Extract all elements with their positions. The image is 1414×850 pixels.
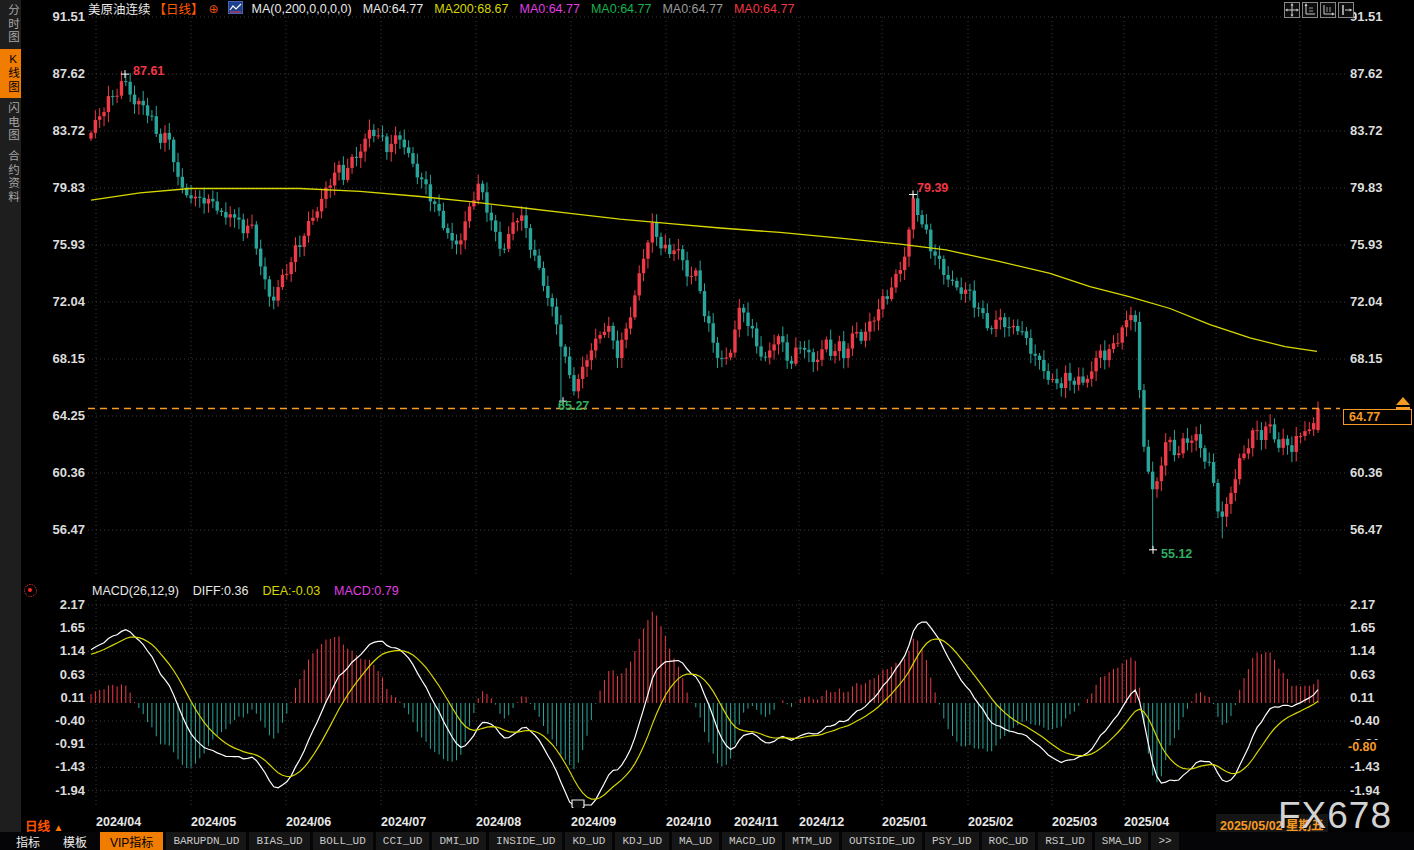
macd-dea-value: DEA:-0.03 xyxy=(262,584,320,598)
chart-title-bar: 美原油连续 【日线】 ⊕ MA(0,200,0,0,0,0)MA0:64.77M… xyxy=(88,0,794,17)
macd-current-box: -0.80 xyxy=(1343,740,1410,754)
ma-legend-item: MA(0,200,0,0,0,0) xyxy=(252,2,352,16)
sidebar-tab-K线图[interactable]: K线图 xyxy=(0,49,21,98)
ma-legend-item: MA0:64.77 xyxy=(662,2,722,16)
toolbar-button-ROC_UD[interactable]: ROC_UD xyxy=(982,832,1036,850)
price-annotation: 55.12 xyxy=(1161,547,1192,561)
toolbar-button-RSI_UD[interactable]: RSI_UD xyxy=(1038,832,1092,850)
toolbar-button-PSY_UD[interactable]: PSY_UD xyxy=(925,832,979,850)
chart-type-icon[interactable] xyxy=(228,1,243,17)
sidebar-tab-合约资料[interactable]: 合约资料 xyxy=(0,146,21,208)
time-axis-row: 日线 ▲ 2024/042024/052024/062024/072024/08… xyxy=(0,808,1414,832)
zoom-y-axis-icon[interactable] xyxy=(1302,2,1318,18)
macd-macd-value: MACD:0.79 xyxy=(334,584,399,598)
left-tab-strip: 分时图K线图闪电图合约资料 xyxy=(0,0,21,832)
toolbar-button-SMA_UD[interactable]: SMA_UD xyxy=(1095,832,1149,850)
shift-right-icon[interactable] xyxy=(1338,2,1354,18)
price-annotation: 79.39 xyxy=(917,181,948,195)
month-label: 2024/12 xyxy=(799,815,844,829)
sidebar-tab-闪电图[interactable]: 闪电图 xyxy=(0,98,21,147)
month-label: 2024/05 xyxy=(191,815,236,829)
month-label: 2024/08 xyxy=(476,815,521,829)
toolbar-button-MACD_UD[interactable]: MACD_UD xyxy=(722,832,782,850)
sidebar-tab-分时图[interactable]: 分时图 xyxy=(0,0,21,49)
toolbar-button-INSIDE_UD[interactable]: INSIDE_UD xyxy=(489,832,562,850)
candlestick-chart[interactable] xyxy=(0,0,1414,850)
indicator-toolbar: 指标模板VIP指标BARUPDN_UDBIAS_UDBOLL_UDCCI_UDD… xyxy=(0,832,1414,850)
month-label: 2024/04 xyxy=(96,815,141,829)
toolbar-button-VIP指标[interactable]: VIP指标 xyxy=(100,832,163,850)
toolbar-button-BOLL_UD[interactable]: BOLL_UD xyxy=(313,832,373,850)
month-label: 2025/03 xyxy=(1052,815,1097,829)
price-annotation: 65.27 xyxy=(558,399,589,413)
indicator-marker-icon[interactable] xyxy=(24,584,37,597)
macd-title: MACD(26,12,9) xyxy=(92,584,179,598)
ma-legend-item: MA0:64.77 xyxy=(591,2,651,16)
price-annotation: 87.61 xyxy=(133,64,164,78)
ma-legend-item: MA200:68.67 xyxy=(434,2,508,16)
month-label: 2024/10 xyxy=(666,815,711,829)
month-label: 2024/07 xyxy=(381,815,426,829)
zoom-x-axis-icon[interactable] xyxy=(1320,2,1336,18)
current-price-box: 64.77 xyxy=(1343,409,1412,425)
symbol-name: 美原油连续 xyxy=(88,0,151,18)
toolbar-button->>[interactable]: >> xyxy=(1151,832,1178,850)
toolbar-button-指标[interactable]: 指标 xyxy=(6,832,50,850)
toolbar-button-BIAS_UD[interactable]: BIAS_UD xyxy=(249,832,309,850)
macd-diff-value: DIFF:0.36 xyxy=(193,584,249,598)
link-icon[interactable]: ⊕ xyxy=(209,2,219,16)
month-label: 2025/04 xyxy=(1124,815,1169,829)
toolbar-button-CCI_UD[interactable]: CCI_UD xyxy=(376,832,430,850)
ma-legend-item: MA0:64.77 xyxy=(734,2,794,16)
period-tag: 【日线】 xyxy=(154,0,204,18)
macd-header: MACD(26,12,9) DIFF:0.36 DEA:-0.03 MACD:0… xyxy=(92,584,399,598)
toolbar-button-MA_UD[interactable]: MA_UD xyxy=(672,832,719,850)
ma-legend: MA(0,200,0,0,0,0) MA0:64.77 MA200:68.67 MA0… xyxy=(252,2,795,16)
month-label: 2024/09 xyxy=(571,815,616,829)
app-window: 分时图K线图闪电图合约资料 美原油连续 【日线】 ⊕ MA(0,200,0,0,… xyxy=(0,0,1414,850)
ma-legend-item: MA0:64.77 xyxy=(519,2,579,16)
toolbar-button-模板[interactable]: 模板 xyxy=(53,832,97,850)
ma-legend-item: MA0:64.77 xyxy=(363,2,423,16)
move-tool-icon[interactable] xyxy=(1284,2,1300,18)
month-label: 2024/11 xyxy=(734,815,779,829)
toolbar-button-OUTSIDE_UD[interactable]: OUTSIDE_UD xyxy=(842,832,922,850)
month-label: 2024/06 xyxy=(286,815,331,829)
window-tool-icons xyxy=(1284,2,1354,18)
toolbar-button-KDJ_UD[interactable]: KDJ_UD xyxy=(615,832,669,850)
toolbar-button-DMI_UD[interactable]: DMI_UD xyxy=(432,832,486,850)
toolbar-button-KD_UD[interactable]: KD_UD xyxy=(565,832,612,850)
toolbar-button-BARUPDN_UD[interactable]: BARUPDN_UD xyxy=(166,832,246,850)
month-label: 2025/01 xyxy=(882,815,927,829)
toolbar-button-MTM_UD[interactable]: MTM_UD xyxy=(785,832,839,850)
month-label: 2025/02 xyxy=(968,815,1013,829)
fx678-watermark: FX678 xyxy=(1278,795,1392,837)
